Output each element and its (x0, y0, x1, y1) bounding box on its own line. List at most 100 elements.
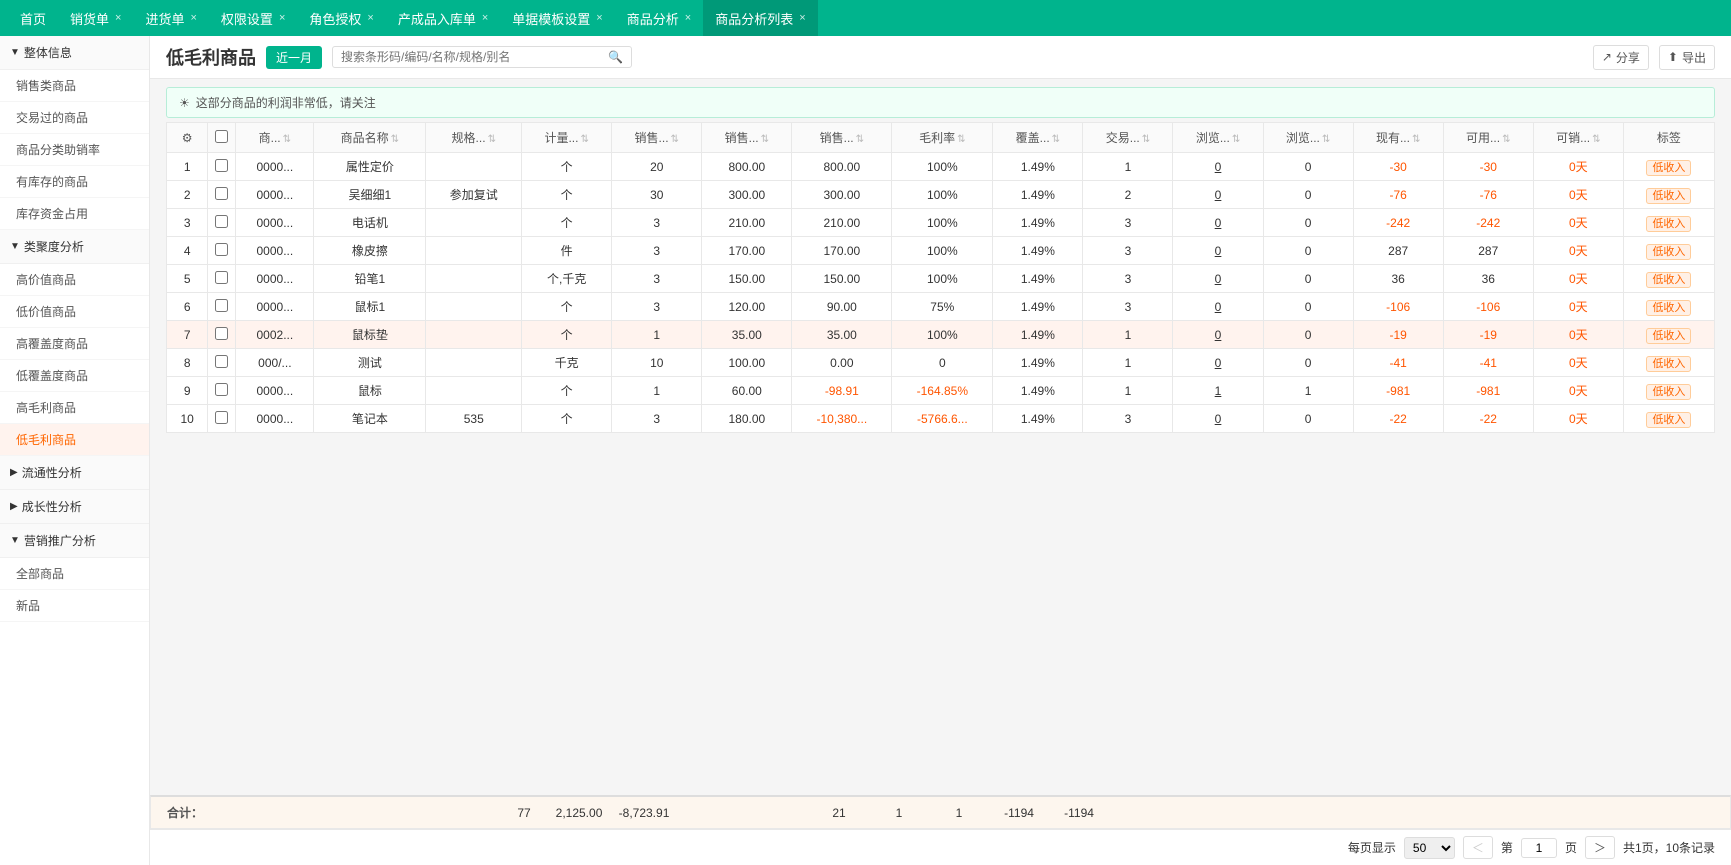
th-saleable[interactable]: 可销...⇅ (1533, 123, 1623, 153)
th-tag[interactable]: 标签 (1623, 123, 1714, 153)
row-spec (426, 265, 522, 293)
row-price: 35.00 (702, 321, 792, 349)
sidebar-item-high-profit[interactable]: 高毛利商品 (0, 392, 149, 424)
export-btn[interactable]: ⬆ 导出 (1659, 45, 1715, 70)
prev-page-btn[interactable]: ＜ (1463, 836, 1493, 859)
arrow-down-icon: ▼ (10, 535, 20, 546)
sidebar-group-growth[interactable]: ▶ 成长性分析 (0, 490, 149, 524)
close-icon[interactable]: × (115, 12, 121, 24)
th-current[interactable]: 现有...⇅ (1353, 123, 1443, 153)
sidebar-item-category-rate[interactable]: 商品分类助销率 (0, 134, 149, 166)
sidebar-group-circulation[interactable]: ▶ 流通性分析 (0, 456, 149, 490)
th-sale-qty[interactable]: 销售...⇅ (612, 123, 702, 153)
row-checkbox[interactable] (208, 349, 236, 377)
table-container[interactable]: ⚙ 商...⇅ 商品名称⇅ 规格...⇅ 计量...⇅ 销售...⇅ 销售...… (150, 122, 1731, 795)
row-spec (426, 153, 522, 181)
share-btn[interactable]: ↗ 分享 (1593, 45, 1649, 70)
nav-product-in[interactable]: 产成品入库单 × (386, 0, 500, 36)
close-icon[interactable]: × (482, 12, 488, 24)
row-checkbox[interactable] (208, 321, 236, 349)
close-icon[interactable]: × (596, 12, 602, 24)
th-coverage[interactable]: 覆盖...⇅ (993, 123, 1083, 153)
header-actions: ↗ 分享 ⬆ 导出 (1593, 45, 1715, 70)
close-icon[interactable]: × (685, 12, 691, 24)
row-checkbox[interactable] (208, 237, 236, 265)
row-trade: 0 (1173, 209, 1263, 237)
sidebar-item-low-value[interactable]: 低价值商品 (0, 296, 149, 328)
table-row: 4 0000... 橡皮擦 件 3 170.00 170.00 100% 1.4… (167, 237, 1715, 265)
th-code[interactable]: 商...⇅ (236, 123, 314, 153)
row-code: 000/... (236, 349, 314, 377)
th-gross-rate[interactable]: 毛利率⇅ (892, 123, 993, 153)
sidebar-group-marketing[interactable]: ▼ 营销推广分析 (0, 524, 149, 558)
search-input[interactable] (341, 50, 608, 64)
search-icon[interactable]: 🔍 (608, 50, 623, 64)
close-icon[interactable]: × (279, 12, 285, 24)
sidebar-item-sales-products[interactable]: 销售类商品 (0, 70, 149, 102)
row-checkbox[interactable] (208, 181, 236, 209)
close-icon[interactable]: × (799, 12, 805, 24)
th-view2[interactable]: 浏览...⇅ (1263, 123, 1353, 153)
date-filter-btn[interactable]: 近一月 (266, 46, 322, 69)
row-profit: 100% (892, 153, 993, 181)
sidebar-item-stock-capital[interactable]: 库存资金占用 (0, 198, 149, 230)
row-cover: 3 (1083, 237, 1173, 265)
row-unit: 千克 (522, 349, 612, 377)
nav-product-analysis-list[interactable]: 商品分析列表 × (703, 0, 817, 36)
sidebar-group-cluster[interactable]: ▼ 类聚度分析 (0, 230, 149, 264)
sidebar-item-low-profit[interactable]: 低毛利商品 (0, 424, 149, 456)
row-qty: 3 (612, 265, 702, 293)
nav-permission[interactable]: 权限设置 × (209, 0, 297, 36)
settings-icon[interactable]: ⚙ (182, 131, 193, 145)
nav-home[interactable]: 首页 (8, 0, 58, 36)
row-no: 9 (167, 377, 208, 405)
th-checkbox[interactable] (208, 123, 236, 153)
page-number-input[interactable] (1521, 838, 1557, 858)
row-checkbox[interactable] (208, 265, 236, 293)
sidebar-item-new-products[interactable]: 新品 (0, 590, 149, 622)
row-checkbox[interactable] (208, 293, 236, 321)
row-checkbox[interactable] (208, 377, 236, 405)
th-spec[interactable]: 规格...⇅ (426, 123, 522, 153)
sidebar-item-high-coverage[interactable]: 高覆盖度商品 (0, 328, 149, 360)
th-trade[interactable]: 交易...⇅ (1083, 123, 1173, 153)
next-page-btn[interactable]: ＞ (1585, 836, 1615, 859)
sidebar-item-all-products[interactable]: 全部商品 (0, 558, 149, 590)
select-all-checkbox[interactable] (215, 130, 228, 143)
row-view1: 0 (1263, 293, 1353, 321)
row-trade: 0 (1173, 237, 1263, 265)
sidebar-item-low-coverage[interactable]: 低覆盖度商品 (0, 360, 149, 392)
row-checkbox[interactable] (208, 153, 236, 181)
row-current: -242 (1443, 209, 1533, 237)
nav-product-analysis[interactable]: 商品分析 × (615, 0, 703, 36)
footer-label: 合计： (167, 804, 203, 821)
row-qty: 10 (612, 349, 702, 377)
share-icon: ↗ (1602, 50, 1612, 64)
row-cover: 1 (1083, 349, 1173, 377)
th-unit[interactable]: 计量...⇅ (522, 123, 612, 153)
sidebar-item-high-value[interactable]: 高价值商品 (0, 264, 149, 296)
th-settings[interactable]: ⚙ (167, 123, 208, 153)
row-gross: 1.49% (993, 265, 1083, 293)
nav-template[interactable]: 单据模板设置 × (500, 0, 614, 36)
th-sale-profit[interactable]: 销售...⇅ (792, 123, 892, 153)
th-available[interactable]: 可用...⇅ (1443, 123, 1533, 153)
th-sale-price[interactable]: 销售...⇅ (702, 123, 792, 153)
row-avail: 0天 (1533, 265, 1623, 293)
th-name[interactable]: 商品名称⇅ (314, 123, 426, 153)
th-view1[interactable]: 浏览...⇅ (1173, 123, 1263, 153)
row-checkbox[interactable] (208, 209, 236, 237)
nav-sales[interactable]: 销货单 × (58, 0, 133, 36)
nav-purchase[interactable]: 进货单 × (133, 0, 208, 36)
close-icon[interactable]: × (367, 12, 373, 24)
row-tag: 低收入 (1623, 265, 1714, 293)
row-name: 鼠标1 (314, 293, 426, 321)
main-layout: ▼ 整体信息 销售类商品 交易过的商品 商品分类助销率 有库存的商品 库存资金占… (0, 36, 1731, 865)
sidebar-group-overall[interactable]: ▼ 整体信息 (0, 36, 149, 70)
row-checkbox[interactable] (208, 405, 236, 433)
page-size-select[interactable]: 50 100 200 (1404, 837, 1455, 859)
nav-role[interactable]: 角色授权 × (297, 0, 385, 36)
close-icon[interactable]: × (190, 12, 196, 24)
sidebar-item-traded-products[interactable]: 交易过的商品 (0, 102, 149, 134)
sidebar-item-in-stock[interactable]: 有库存的商品 (0, 166, 149, 198)
